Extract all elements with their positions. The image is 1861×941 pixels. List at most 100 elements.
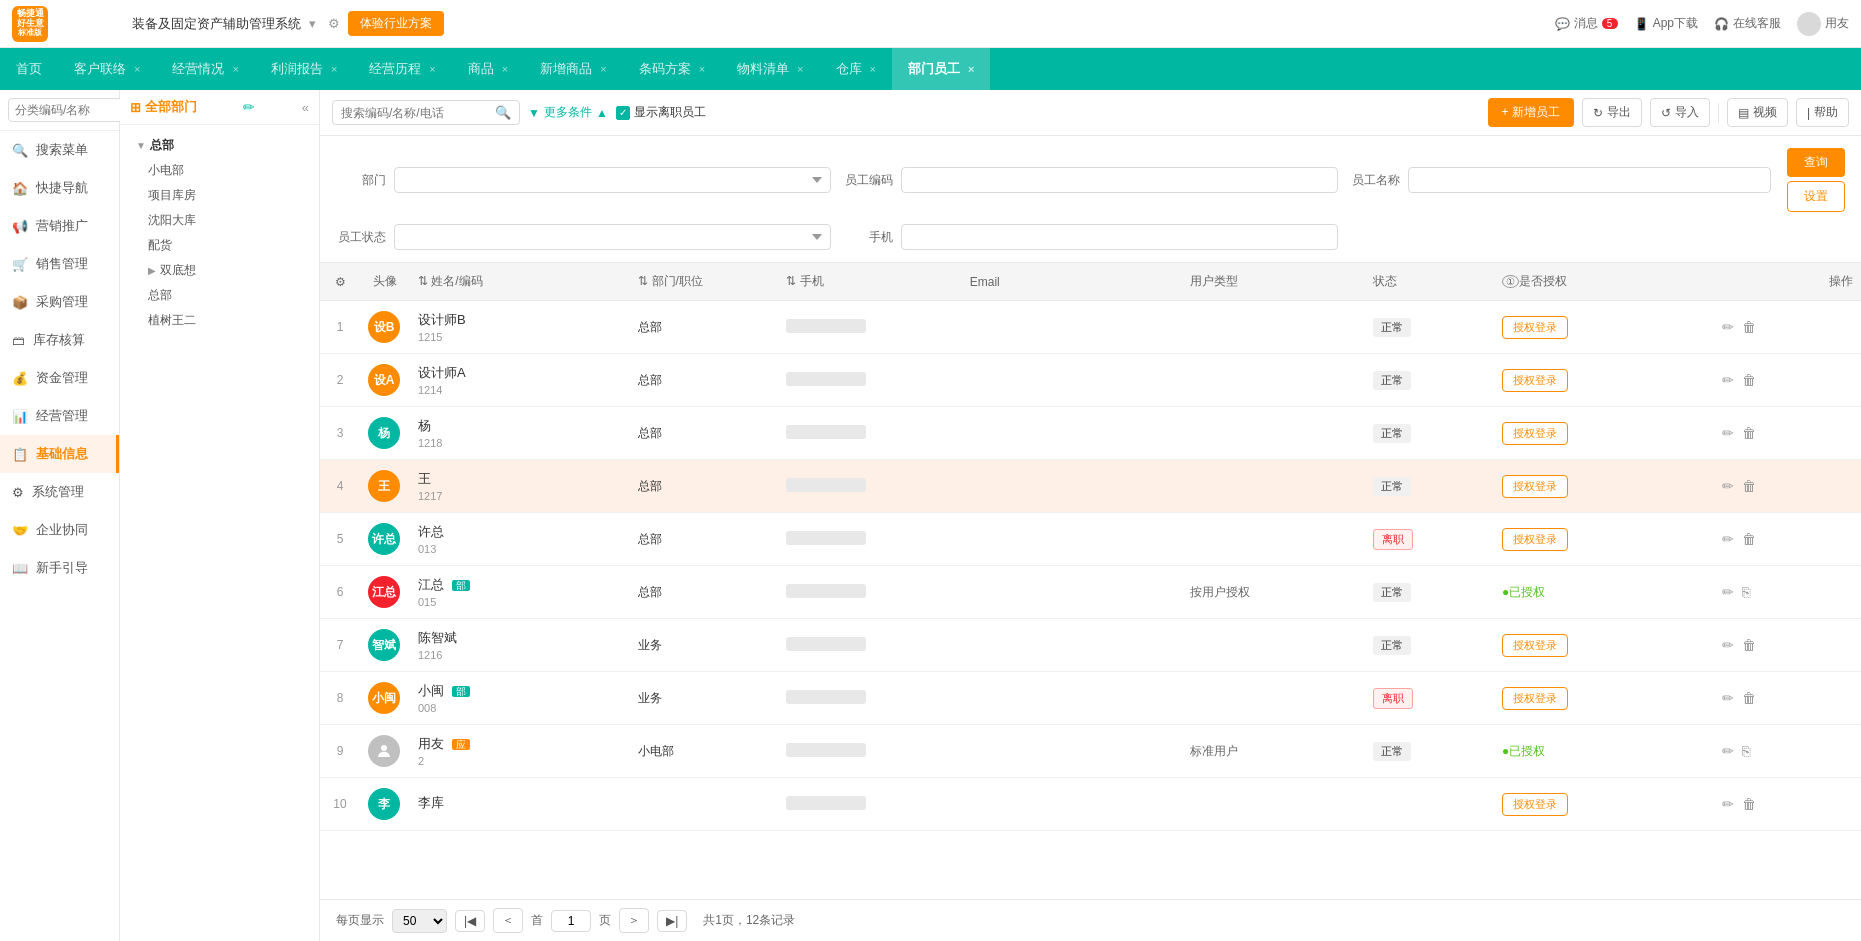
edit-btn-3[interactable]: ✏ <box>1722 425 1734 441</box>
sidebar-item-operation[interactable]: 📊 经营管理 <box>0 397 119 435</box>
col-dept-header[interactable]: ⇅ 部门/职位 <box>630 263 778 301</box>
nav-tab-home[interactable]: 首页 <box>0 48 58 90</box>
nav-tab-warehouse[interactable]: 仓库 × <box>820 48 892 90</box>
import-btn[interactable]: ↺ 导入 <box>1650 98 1710 127</box>
edit-btn-7[interactable]: ✏ <box>1722 637 1734 653</box>
sidebar-item-baseinfo[interactable]: 📋 基础信息 <box>0 435 119 473</box>
online-service-btn[interactable]: 🎧 在线客服 <box>1714 15 1781 32</box>
view-btn[interactable]: ▤ 视频 <box>1727 98 1788 127</box>
sidebar-item-purchase[interactable]: 📦 采购管理 <box>0 283 119 321</box>
dept-item-xiaodibu[interactable]: 小电部 <box>128 158 311 183</box>
edit-btn-10[interactable]: ✏ <box>1722 796 1734 812</box>
copy-btn-6[interactable]: ⎘ <box>1742 584 1750 600</box>
edit-btn-6[interactable]: ✏ <box>1722 584 1734 600</box>
dept-root[interactable]: ▼ 总部 <box>128 133 311 158</box>
nav-tab-barcode[interactable]: 条码方案 × <box>623 48 721 90</box>
per-page-select[interactable]: 50 100 <box>392 909 447 933</box>
edit-btn-2[interactable]: ✏ <box>1722 372 1734 388</box>
export-btn[interactable]: ↻ 导出 <box>1582 98 1642 127</box>
user-area[interactable]: 用友 <box>1797 12 1849 36</box>
nav-tab-history[interactable]: 经营历程 × <box>353 48 451 90</box>
sidebar-item-marketing[interactable]: 📢 营销推广 <box>0 207 119 245</box>
delete-btn-4[interactable]: 🗑 <box>1742 478 1756 494</box>
nav-tab-bom-close[interactable]: × <box>797 63 803 75</box>
sidebar-item-quicknav[interactable]: 🏠 快捷导航 <box>0 169 119 207</box>
edit-btn-4[interactable]: ✏ <box>1722 478 1734 494</box>
edit-btn-5[interactable]: ✏ <box>1722 531 1734 547</box>
delete-btn-7[interactable]: 🗑 <box>1742 637 1756 653</box>
sidebar-item-search[interactable]: 🔍 搜索菜单 <box>0 131 119 169</box>
empname-filter-input[interactable] <box>1408 167 1771 193</box>
dept-collapse-icon[interactable]: « <box>302 100 309 115</box>
nav-tab-goods-close[interactable]: × <box>502 63 508 75</box>
empstatus-filter-select[interactable] <box>394 224 831 250</box>
nav-tab-customer[interactable]: 客户联络 × <box>58 48 156 90</box>
first-page-btn[interactable]: |◀ <box>455 910 485 932</box>
auth-btn-4[interactable]: 授权登录 <box>1502 475 1568 498</box>
dept-item-zhishu[interactable]: 植树王二 <box>128 308 311 333</box>
col-settings-header[interactable]: ⚙ <box>320 263 360 301</box>
toolbar-search[interactable]: 🔍 <box>332 100 520 125</box>
nav-tab-new-goods[interactable]: 新增商品 × <box>524 48 622 90</box>
delete-btn-5[interactable]: 🗑 <box>1742 531 1756 547</box>
reset-btn[interactable]: 设置 <box>1787 181 1845 212</box>
auth-btn-7[interactable]: 授权登录 <box>1502 634 1568 657</box>
prev-page-btn[interactable]: ＜ <box>493 908 523 933</box>
last-page-btn[interactable]: ▶| <box>657 910 687 932</box>
auth-btn-2[interactable]: 授权登录 <box>1502 369 1568 392</box>
nav-tab-employees[interactable]: 部门员工 × <box>892 48 990 90</box>
sidebar-item-system[interactable]: ⚙ 系统管理 <box>0 473 119 511</box>
nav-tab-profit[interactable]: 利润报告 × <box>255 48 353 90</box>
nav-tab-business[interactable]: 经营情况 × <box>156 48 254 90</box>
nav-tab-new-goods-close[interactable]: × <box>600 63 606 75</box>
edit-btn-1[interactable]: ✏ <box>1722 319 1734 335</box>
auth-btn-10[interactable]: 授权登录 <box>1502 793 1568 816</box>
nav-tab-warehouse-close[interactable]: × <box>870 63 876 75</box>
more-filters-btn[interactable]: ▼ 更多条件 ▲ <box>528 104 608 121</box>
delete-btn-3[interactable]: 🗑 <box>1742 425 1756 441</box>
nav-tab-customer-close[interactable]: × <box>134 63 140 75</box>
auth-btn-3[interactable]: 授权登录 <box>1502 422 1568 445</box>
delete-btn-1[interactable]: 🗑 <box>1742 319 1756 335</box>
add-employee-btn[interactable]: + 新增员工 <box>1488 98 1574 127</box>
search-input[interactable] <box>341 106 491 120</box>
next-page-btn[interactable]: ＞ <box>619 908 649 933</box>
nav-tab-barcode-close[interactable]: × <box>699 63 705 75</box>
sidebar-item-sales[interactable]: 🛒 销售管理 <box>0 245 119 283</box>
dept-item-peihuo[interactable]: 配货 <box>128 233 311 258</box>
empcode-filter-input[interactable] <box>901 167 1338 193</box>
toolbar-search-icon[interactable]: 🔍 <box>495 105 511 120</box>
sidebar-item-collab[interactable]: 🤝 企业协同 <box>0 511 119 549</box>
show-resigned-checkbox[interactable]: ✓ 显示离职员工 <box>616 104 706 121</box>
delete-btn-8[interactable]: 🗑 <box>1742 690 1756 706</box>
sidebar-item-inventory[interactable]: 🗃 库存核算 <box>0 321 119 359</box>
nav-tab-employees-close[interactable]: × <box>968 63 974 75</box>
col-phone-header[interactable]: ⇅ 手机 <box>778 263 962 301</box>
auth-btn-8[interactable]: 授权登录 <box>1502 687 1568 710</box>
page-number-input[interactable] <box>551 910 591 932</box>
dept-filter-select[interactable] <box>394 167 831 193</box>
trial-btn[interactable]: 体验行业方案 <box>348 11 444 36</box>
query-btn[interactable]: 查询 <box>1787 148 1845 177</box>
col-name-header[interactable]: ⇅ 姓名/编码 <box>410 263 630 301</box>
nav-tab-business-close[interactable]: × <box>232 63 238 75</box>
dept-item-shenyang[interactable]: 沈阳大库 <box>128 208 311 233</box>
copy-btn-9[interactable]: ⎘ <box>1742 743 1750 759</box>
edit-btn-8[interactable]: ✏ <box>1722 690 1734 706</box>
delete-btn-10[interactable]: 🗑 <box>1742 796 1756 812</box>
edit-btn-9[interactable]: ✏ <box>1722 743 1734 759</box>
help-btn[interactable]: | 帮助 <box>1796 98 1849 127</box>
delete-btn-2[interactable]: 🗑 <box>1742 372 1756 388</box>
nav-tab-history-close[interactable]: × <box>429 63 435 75</box>
auth-btn-5[interactable]: 授权登录 <box>1502 528 1568 551</box>
nav-tab-profit-close[interactable]: × <box>331 63 337 75</box>
sidebar-item-guide[interactable]: 📖 新手引导 <box>0 549 119 587</box>
dept-item-zongbu[interactable]: 总部 <box>128 283 311 308</box>
title-dropdown-icon[interactable]: ▾ <box>309 16 316 31</box>
all-departments-label[interactable]: ⊞ 全部部门 <box>130 98 197 116</box>
dept-item-shuangdi[interactable]: ▶ 双底想 <box>128 258 311 283</box>
sidebar-item-finance[interactable]: 💰 资金管理 <box>0 359 119 397</box>
dept-item-xiangmu[interactable]: 项目库房 <box>128 183 311 208</box>
message-btn[interactable]: 💬 消息 5 <box>1555 15 1618 32</box>
settings-icon[interactable]: ⚙ <box>328 16 340 31</box>
